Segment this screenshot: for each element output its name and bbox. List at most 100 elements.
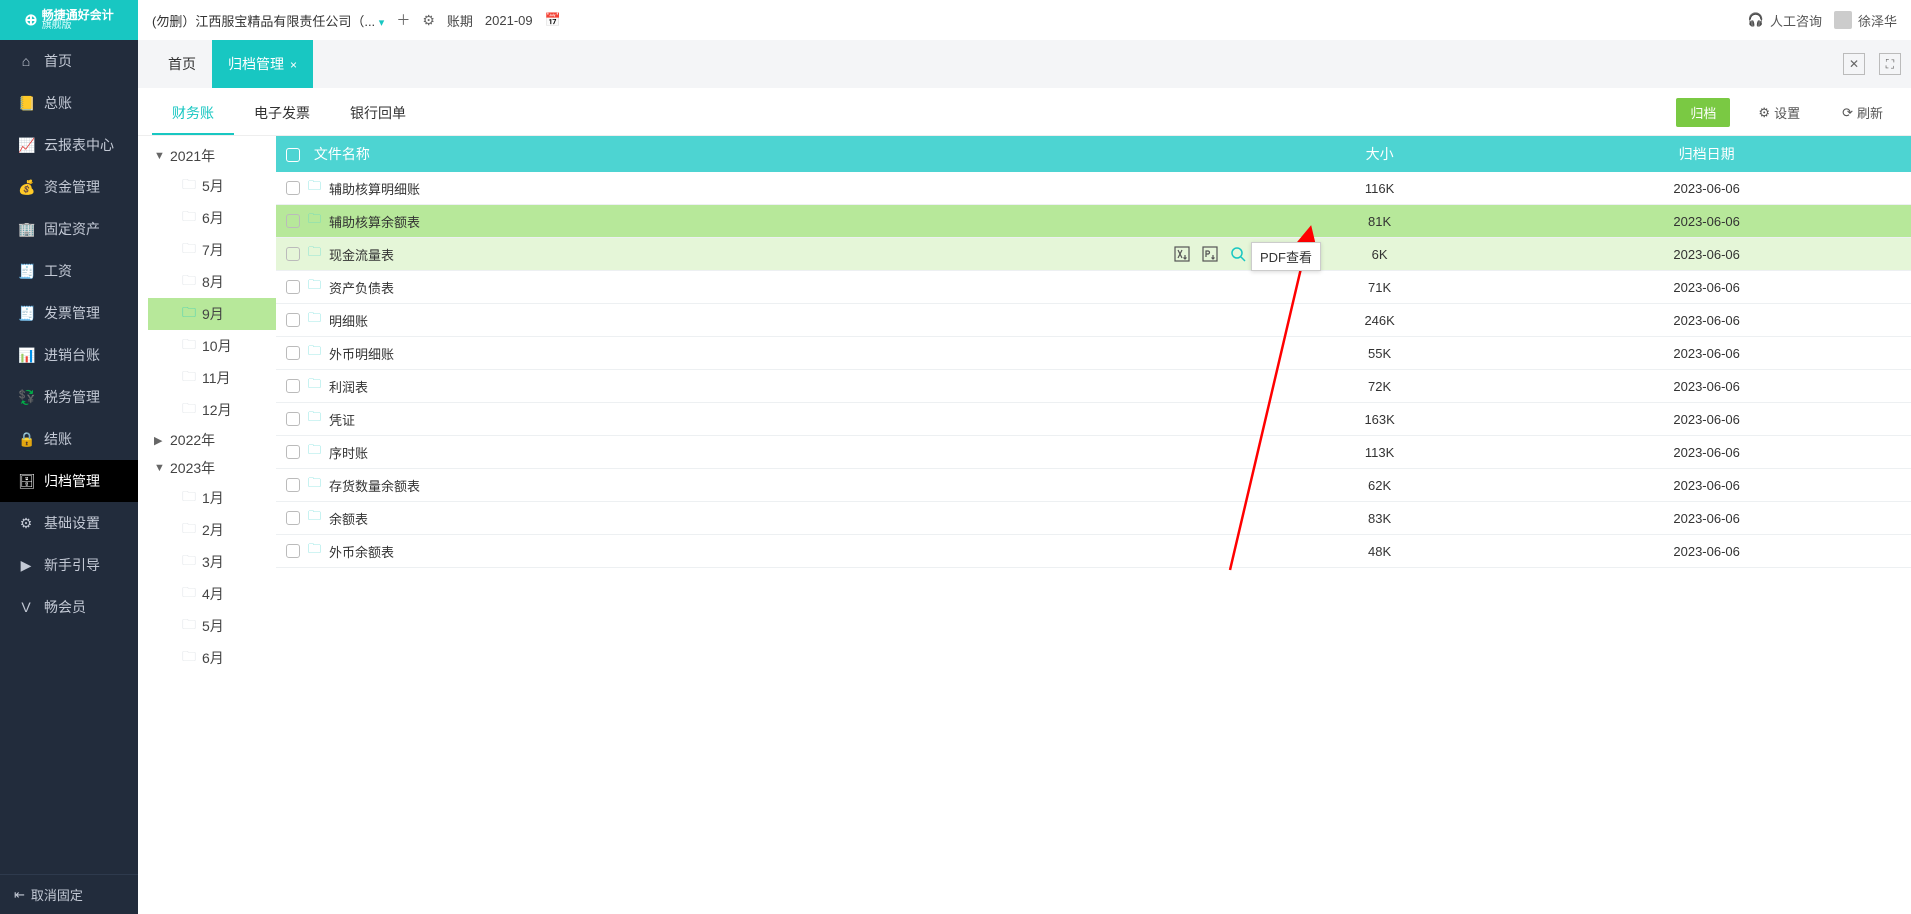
sidebar-item-label: 税务管理	[44, 387, 100, 407]
sidebar-item-12[interactable]: ▶新手引导	[0, 544, 138, 586]
sub-tab-0[interactable]: 财务账	[152, 93, 234, 135]
table-row[interactable]: 🗀明细账246K2023-06-06	[276, 304, 1911, 337]
tree-month[interactable]: 🗀6月	[148, 642, 276, 674]
tab-close-icon[interactable]: ×	[290, 58, 297, 72]
tree-month[interactable]: 🗀11月	[148, 362, 276, 394]
table-row[interactable]: 🗀存货数量余额表62K2023-06-06	[276, 469, 1911, 502]
table-row[interactable]: 🗀外币余额表48K2023-06-06	[276, 535, 1911, 568]
sub-tab-1[interactable]: 电子发票	[234, 93, 330, 135]
tree-year[interactable]: ▶2022年	[148, 426, 276, 454]
tree-year[interactable]: ▼2021年	[148, 142, 276, 170]
sidebar-item-8[interactable]: 💱税务管理	[0, 376, 138, 418]
folder-icon: 🗀	[182, 302, 196, 326]
sidebar-item-6[interactable]: 🧾发票管理	[0, 292, 138, 334]
table-row[interactable]: 🗀资产负债表71K2023-06-06	[276, 271, 1911, 304]
close-tab-icon[interactable]: ✕	[1843, 53, 1865, 75]
tree-month[interactable]: 🗀2月	[148, 514, 276, 546]
sidebar-item-13[interactable]: V畅会员	[0, 586, 138, 628]
gear-icon[interactable]: ⚙	[422, 12, 435, 29]
table-row[interactable]: 🗀序时账113K2023-06-06	[276, 436, 1911, 469]
refresh-label: 刷新	[1857, 103, 1883, 122]
caret-icon: ▼	[154, 462, 164, 474]
add-icon[interactable]: ＋	[396, 10, 410, 30]
folder-icon: 🗀	[182, 270, 196, 294]
tree-month[interactable]: 🗀8月	[148, 266, 276, 298]
tree-month[interactable]: 🗀9月	[148, 298, 276, 330]
row-checkbox[interactable]	[286, 313, 300, 327]
page-tab-label: 首页	[168, 56, 196, 72]
sidebar-item-4[interactable]: 🏢固定资产	[0, 208, 138, 250]
tree-month[interactable]: 🗀6月	[148, 202, 276, 234]
sidebar-item-11[interactable]: ⚙基础设置	[0, 502, 138, 544]
row-checkbox[interactable]	[286, 346, 300, 360]
user-menu[interactable]: 徐泽华	[1834, 11, 1897, 30]
table-row[interactable]: 🗀辅助核算余额表81K2023-06-06	[276, 205, 1911, 238]
refresh-button[interactable]: ⟳ 刷新	[1828, 98, 1897, 127]
sidebar-item-7[interactable]: 📊进销台账	[0, 334, 138, 376]
company-selector[interactable]: (勿删）江西服宝精品有限责任公司（... ▾	[152, 11, 384, 30]
row-checkbox[interactable]	[286, 445, 300, 459]
tree-month[interactable]: 🗀7月	[148, 234, 276, 266]
row-checkbox[interactable]	[286, 412, 300, 426]
sidebar-unpin[interactable]: ⇤ 取消固定	[0, 874, 138, 914]
table-row[interactable]: 🗀现金流量表PDF查看6K2023-06-06	[276, 238, 1911, 271]
table-row[interactable]: 🗀余额表83K2023-06-06	[276, 502, 1911, 535]
sidebar-item-9[interactable]: 🔒结账	[0, 418, 138, 460]
page-tab-0[interactable]: 首页	[152, 40, 212, 88]
tree-month[interactable]: 🗀12月	[148, 394, 276, 426]
file-name: 外币余额表	[329, 542, 394, 561]
sidebar-item-10[interactable]: 🗄归档管理	[0, 460, 138, 502]
fullscreen-icon[interactable]: ⛶	[1879, 53, 1901, 75]
page-tab-1[interactable]: 归档管理×	[212, 40, 313, 88]
table-row[interactable]: 🗀外币明细账55K2023-06-06	[276, 337, 1911, 370]
support-link[interactable]: 🎧 人工咨询	[1748, 11, 1822, 30]
file-name: 凭证	[329, 410, 355, 429]
sidebar-item-2[interactable]: 📈云报表中心	[0, 124, 138, 166]
period-value[interactable]: 2021-09	[485, 13, 533, 28]
calendar-icon[interactable]: 📅	[545, 12, 561, 28]
tree-month[interactable]: 🗀 1月	[148, 482, 276, 514]
sub-tab-2[interactable]: 银行回单	[330, 93, 426, 135]
sidebar-item-label: 归档管理	[44, 471, 100, 491]
select-all-checkbox[interactable]	[286, 148, 300, 162]
row-checkbox[interactable]	[286, 247, 300, 261]
sidebar-item-0[interactable]: ⌂首页	[0, 40, 138, 82]
sidebar-icon: V	[18, 599, 34, 615]
file-size: 246K	[1257, 304, 1502, 337]
tree-year[interactable]: ▼2023年	[148, 454, 276, 482]
row-checkbox[interactable]	[286, 544, 300, 558]
sidebar-item-1[interactable]: 📒总账	[0, 82, 138, 124]
tree-month[interactable]: 🗀3月	[148, 546, 276, 578]
row-checkbox[interactable]	[286, 511, 300, 525]
tree-label: 1月	[202, 488, 224, 508]
row-checkbox[interactable]	[286, 214, 300, 228]
row-checkbox[interactable]	[286, 181, 300, 195]
download-pdf-icon[interactable]	[1201, 245, 1219, 263]
archive-button[interactable]: 归档	[1676, 98, 1730, 127]
folder-icon: 🗀	[182, 486, 196, 510]
table-row[interactable]: 🗀凭证163K2023-06-06	[276, 403, 1911, 436]
tree-month[interactable]: 🗀5月	[148, 170, 276, 202]
headset-icon: 🎧	[1748, 12, 1764, 28]
refresh-icon: ⟳	[1842, 105, 1853, 121]
settings-button[interactable]: ⚙ 设置	[1744, 98, 1814, 127]
file-name: 序时账	[329, 443, 368, 462]
settings-label: 设置	[1774, 103, 1800, 122]
col-date: 归档日期	[1502, 136, 1911, 172]
sidebar-item-3[interactable]: 💰资金管理	[0, 166, 138, 208]
file-date: 2023-06-06	[1502, 337, 1911, 370]
row-checkbox[interactable]	[286, 280, 300, 294]
row-checkbox[interactable]	[286, 379, 300, 393]
tree-month[interactable]: 🗀10月	[148, 330, 276, 362]
sidebar-item-5[interactable]: 🧾工资	[0, 250, 138, 292]
table-row[interactable]: 🗀辅助核算明细账116K2023-06-06	[276, 172, 1911, 205]
main: (勿删）江西服宝精品有限责任公司（... ▾ ＋ ⚙ 账期 2021-09 📅 …	[138, 0, 1911, 914]
download-excel-icon[interactable]	[1173, 245, 1191, 263]
pdf-view-icon[interactable]: PDF查看	[1229, 245, 1247, 263]
table-row[interactable]: 🗀利润表72K2023-06-06	[276, 370, 1911, 403]
row-checkbox[interactable]	[286, 478, 300, 492]
tree-month[interactable]: 🗀4月	[148, 578, 276, 610]
tree-month[interactable]: 🗀5月	[148, 610, 276, 642]
file-date: 2023-06-06	[1502, 370, 1911, 403]
file-size: 55K	[1257, 337, 1502, 370]
